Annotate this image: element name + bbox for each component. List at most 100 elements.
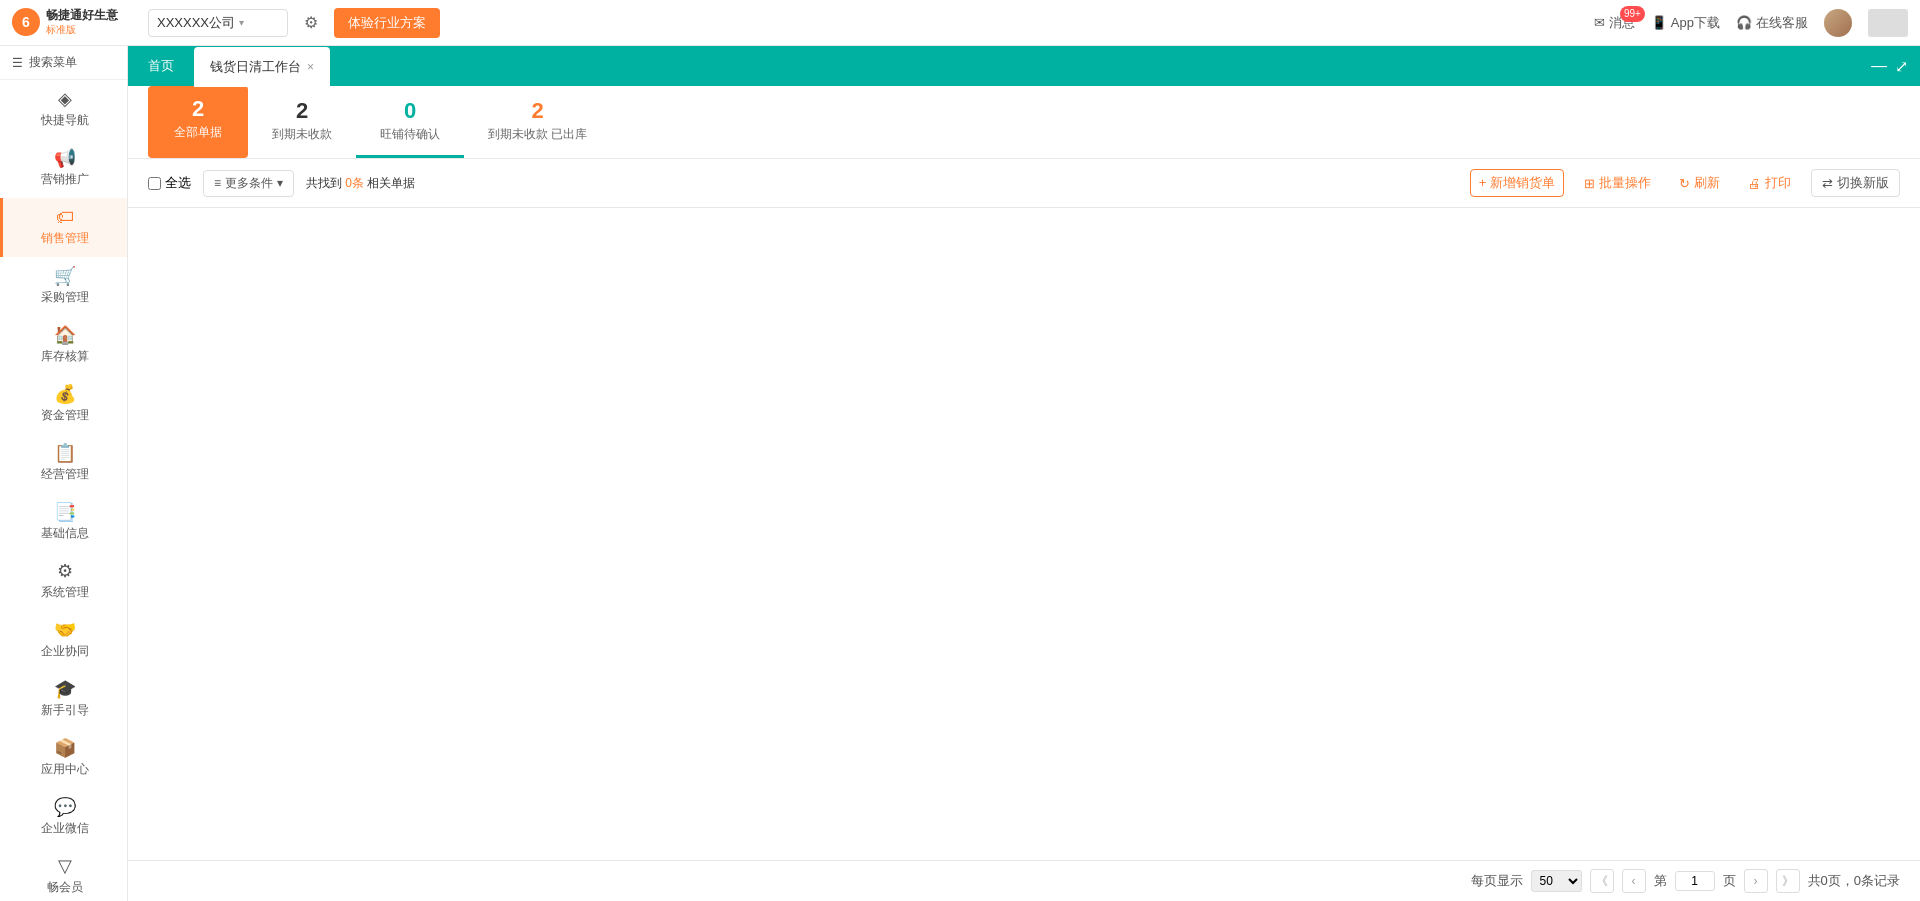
filter-button[interactable]: ≡ 更多条件 ▾	[203, 170, 294, 197]
gear-icon: ⚙	[304, 13, 318, 32]
tab-bar: 首页 钱货日清工作台 × — ⤢	[128, 46, 1920, 86]
select-all-checkbox[interactable]: 全选	[148, 174, 191, 192]
sidebar-item-operations[interactable]: 📋 经营管理	[0, 434, 127, 493]
filter-label: 更多条件	[225, 175, 273, 192]
pagination: 每页显示 20 50 100 《 ‹ 第 页 › 》 共0页，0条记录	[128, 860, 1920, 901]
sidebar-item-wechat[interactable]: 💬 企业微信	[0, 788, 127, 847]
filter-icon: ≡	[214, 176, 221, 190]
sidebar-item-label: 快捷导航	[41, 112, 89, 129]
found-count: 0条	[345, 176, 364, 190]
sidebar-item-guide[interactable]: 🎓 新手引导	[0, 670, 127, 729]
quick-nav-icon: ◈	[58, 90, 72, 108]
sidebar-item-label: 库存核算	[41, 348, 89, 365]
stat-number-shipped: 2	[488, 98, 587, 124]
header-right: ✉ 消息 99+ 📱 App下载 🎧 在线客服	[1594, 9, 1908, 37]
messages-button[interactable]: ✉ 消息 99+	[1594, 14, 1635, 32]
logo-area: 6 畅捷通好生意 标准版	[12, 8, 140, 36]
messages-badge: 99+	[1620, 6, 1645, 22]
sidebar-item-label: 营销推广	[41, 171, 89, 188]
logo-icon: 6	[12, 8, 40, 36]
stats-tabs: 2 全部单据 2 到期未收款 0 旺铺待确认 2 到期未收款 已出库	[128, 86, 1920, 159]
toolbar-right: + 新增销货单 ⊞ 批量操作 ↻ 刷新 🖨 打印 ⇄	[1470, 169, 1900, 197]
marketing-icon: 📢	[54, 149, 76, 167]
app-download-button[interactable]: 📱 App下载	[1651, 14, 1720, 32]
select-all-label: 全选	[165, 174, 191, 192]
switch-version-button[interactable]: ⇄ 切换新版	[1811, 169, 1900, 197]
sidebar: ☰ 搜索菜单 ◈ 快捷导航 📢 营销推广 🏷 销售管理 🛒 采购管理 🏠 库存核…	[0, 46, 128, 901]
avatar[interactable]	[1824, 9, 1852, 37]
sidebar-item-finance[interactable]: 💰 资金管理	[0, 375, 127, 434]
sidebar-item-member[interactable]: ▽ 畅会员	[0, 847, 127, 901]
system-icon: ⚙	[57, 562, 73, 580]
stat-label-shipped: 到期未收款 已出库	[488, 126, 587, 143]
sidebar-item-system[interactable]: ⚙ 系统管理	[0, 552, 127, 611]
last-page-button[interactable]: 》	[1776, 869, 1800, 893]
sidebar-item-label: 新手引导	[41, 702, 89, 719]
page-word: 第	[1654, 872, 1667, 890]
avatar-image	[1824, 9, 1852, 37]
app-center-icon: 📦	[54, 739, 76, 757]
tab-home[interactable]: 首页	[128, 46, 194, 86]
batch-label: 批量操作	[1599, 174, 1651, 192]
online-service-label: 在线客服	[1756, 14, 1808, 32]
company-selector[interactable]: XXXXXX公司 ▾	[148, 9, 288, 37]
guide-icon: 🎓	[54, 680, 76, 698]
online-service-button[interactable]: 🎧 在线客服	[1736, 14, 1808, 32]
sidebar-item-label: 企业协同	[41, 643, 89, 660]
search-menu-item[interactable]: ☰ 搜索菜单	[0, 46, 127, 80]
settings-button[interactable]: ⚙	[296, 8, 326, 38]
trial-button[interactable]: 体验行业方案	[334, 8, 440, 38]
filter-chevron-icon: ▾	[277, 176, 283, 190]
print-button[interactable]: 🖨 打印	[1740, 170, 1799, 196]
stat-label-all: 全部单据	[168, 124, 228, 141]
refresh-label: 刷新	[1694, 174, 1720, 192]
refresh-button[interactable]: ↻ 刷新	[1671, 170, 1728, 196]
cooperation-icon: 🤝	[54, 621, 76, 639]
tab-maximize-button[interactable]: ⤢	[1895, 57, 1908, 76]
sidebar-item-cooperation[interactable]: 🤝 企业协同	[0, 611, 127, 670]
stat-tab-pending[interactable]: 0 旺铺待确认	[356, 86, 464, 158]
tab-minimize-button[interactable]: —	[1871, 57, 1887, 75]
add-order-button[interactable]: + 新增销货单	[1470, 169, 1564, 197]
sidebar-item-marketing[interactable]: 📢 营销推广	[0, 139, 127, 198]
tab-active[interactable]: 钱货日清工作台 ×	[194, 47, 330, 87]
base-info-icon: 📑	[54, 503, 76, 521]
select-all-input[interactable]	[148, 177, 161, 190]
stat-tab-overdue[interactable]: 2 到期未收款	[248, 86, 356, 158]
sidebar-item-label: 畅会员	[47, 879, 83, 896]
sidebar-item-base-info[interactable]: 📑 基础信息	[0, 493, 127, 552]
sidebar-item-sales[interactable]: 🏷 销售管理	[0, 198, 127, 257]
refresh-icon: ↻	[1679, 176, 1690, 191]
sidebar-item-app-center[interactable]: 📦 应用中心	[0, 729, 127, 788]
sidebar-item-label: 资金管理	[41, 407, 89, 424]
tab-actions: — ⤢	[1871, 57, 1920, 76]
page-number-input[interactable]	[1675, 871, 1715, 891]
operations-icon: 📋	[54, 444, 76, 462]
sidebar-item-quick-nav[interactable]: ◈ 快捷导航	[0, 80, 127, 139]
tab-close-button[interactable]: ×	[307, 60, 314, 74]
stat-tab-all[interactable]: 2 全部单据	[148, 86, 248, 158]
page-suffix: 页	[1723, 872, 1736, 890]
switch-icon: ⇄	[1822, 176, 1833, 191]
stat-label-pending: 旺铺待确认	[380, 126, 440, 143]
batch-operation-button[interactable]: ⊞ 批量操作	[1576, 170, 1659, 196]
service-icon: 🎧	[1736, 15, 1752, 30]
sidebar-item-purchase[interactable]: 🛒 采购管理	[0, 257, 127, 316]
page-size-select[interactable]: 20 50 100	[1531, 870, 1582, 892]
sidebar-item-label: 经营管理	[41, 466, 89, 483]
sidebar-item-label: 基础信息	[41, 525, 89, 542]
sidebar-item-label: 应用中心	[41, 761, 89, 778]
purchase-icon: 🛒	[54, 267, 76, 285]
next-page-button[interactable]: ›	[1744, 869, 1768, 893]
sales-icon: 🏷	[56, 208, 74, 226]
sidebar-item-inventory[interactable]: 🏠 库存核算	[0, 316, 127, 375]
member-icon: ▽	[58, 857, 72, 875]
stat-tab-shipped[interactable]: 2 到期未收款 已出库	[464, 86, 611, 158]
first-page-button[interactable]: 《	[1590, 869, 1614, 893]
stat-number-overdue: 2	[272, 98, 332, 124]
logo-text-area: 畅捷通好生意 标准版	[46, 8, 118, 36]
logo-main-text: 畅捷通好生意	[46, 8, 118, 22]
finance-icon: 💰	[54, 385, 76, 403]
toolbar: 全选 ≡ 更多条件 ▾ 共找到 0条 相关单据 + 新增销货单 ⊞ 批量操作	[128, 159, 1920, 208]
prev-page-button[interactable]: ‹	[1622, 869, 1646, 893]
